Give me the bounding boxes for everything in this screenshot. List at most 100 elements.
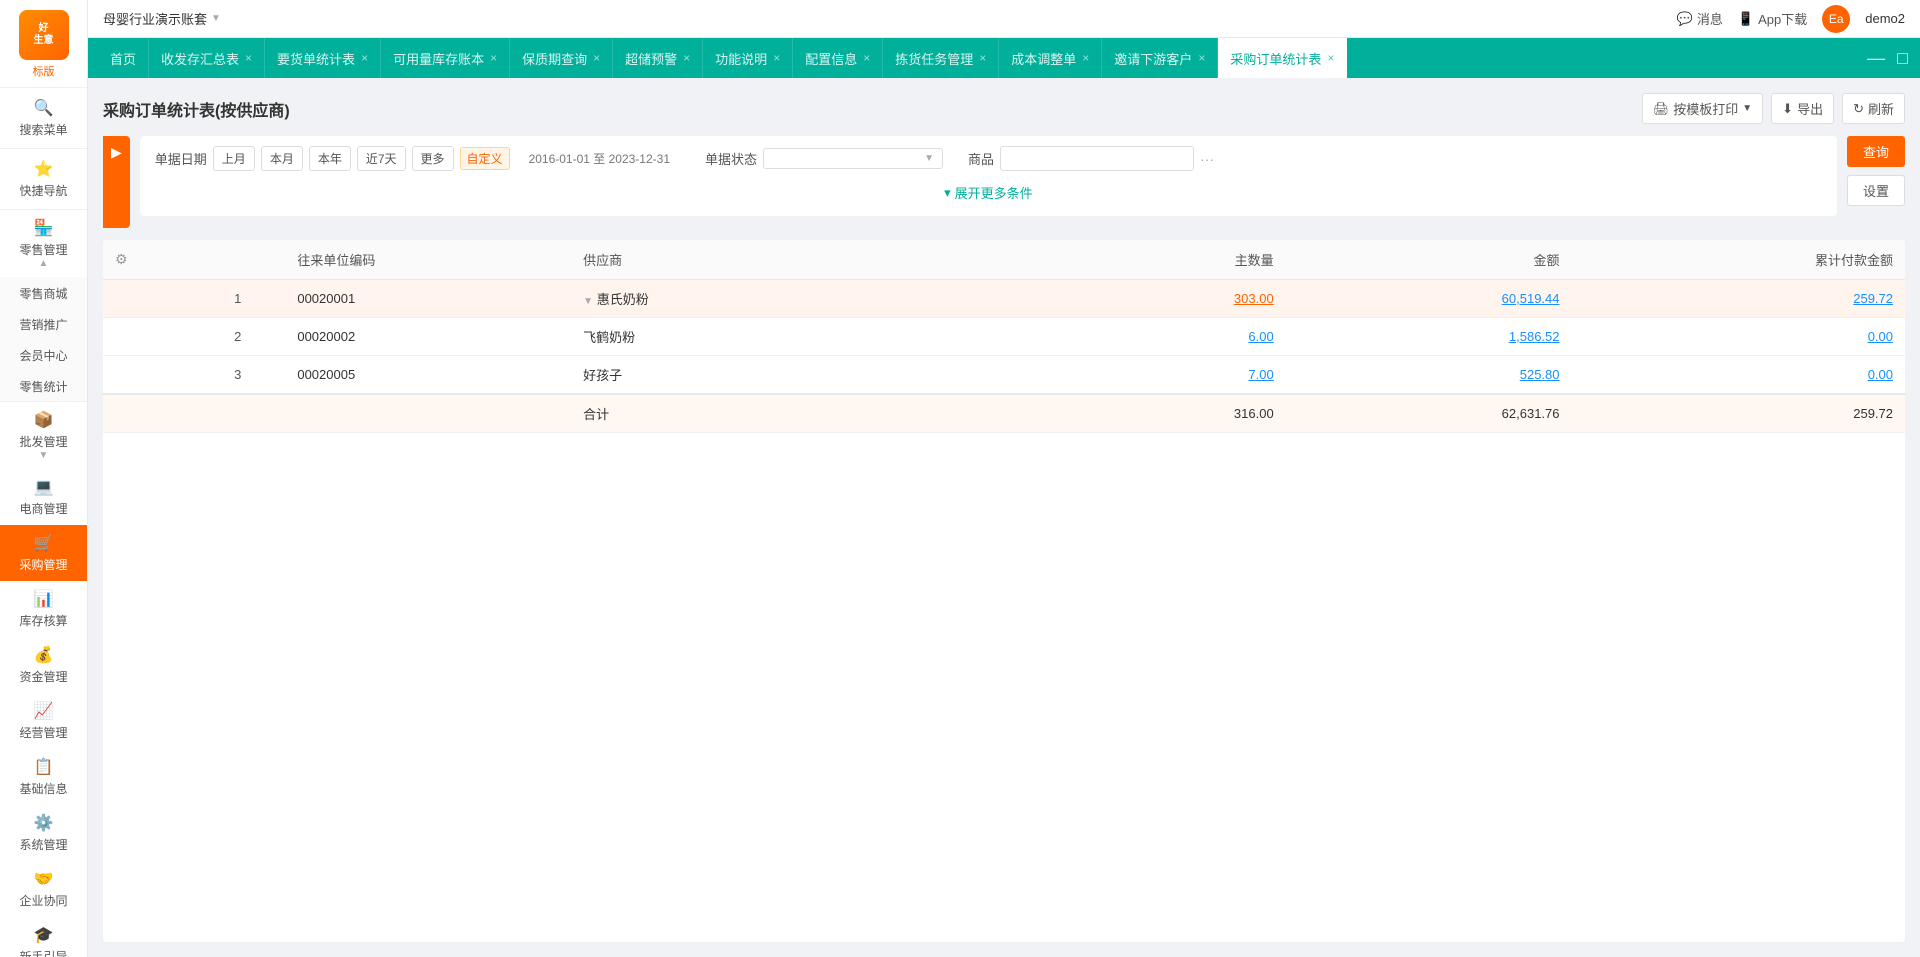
user-initials: Ea bbox=[1829, 12, 1844, 26]
table-footer: 合计 316.00 62,631.76 259.72 bbox=[103, 394, 1905, 433]
sidebar-item-retail-stat[interactable]: 零售统计 bbox=[0, 370, 87, 402]
query-button[interactable]: 查询 bbox=[1847, 136, 1905, 167]
workspace-selector[interactable]: 母婴行业演示账套 ▼ bbox=[103, 9, 221, 28]
tab-home[interactable]: 首页 bbox=[98, 38, 149, 78]
tab-invite-downstream-close[interactable]: × bbox=[1198, 51, 1205, 65]
tab-cost-adjust[interactable]: 成本调整单 × bbox=[999, 38, 1102, 78]
amount-link-1[interactable]: 60,519.44 bbox=[1502, 291, 1560, 306]
date-custom-label: 自定义 bbox=[467, 150, 503, 167]
paid-link-1[interactable]: 259.72 bbox=[1853, 291, 1893, 306]
refresh-button[interactable]: ↻ 刷新 bbox=[1842, 93, 1905, 124]
tab-inventory-account-close[interactable]: × bbox=[490, 51, 497, 65]
status-select[interactable]: ▼ bbox=[763, 148, 943, 169]
retail-arrow-icon: ▲ bbox=[39, 258, 49, 269]
sidebar-item-quick-nav[interactable]: ⭐ 快捷导航 bbox=[0, 149, 87, 210]
tab-over-stock-close[interactable]: × bbox=[683, 51, 690, 65]
tab-pick-task-label: 拣货任务管理 bbox=[895, 49, 973, 68]
date-preset-last-month[interactable]: 上月 bbox=[213, 146, 255, 171]
filter-row-main: 单据日期 上月 本月 本年 近7天 更多 自定义 bbox=[155, 146, 1822, 171]
sidebar-item-purchase[interactable]: 🛒 采购管理 bbox=[0, 525, 87, 581]
filter-settings-button[interactable]: 设置 bbox=[1847, 175, 1905, 206]
user-avatar[interactable]: Ea bbox=[1822, 5, 1850, 33]
sidebar-item-enterprise[interactable]: 🤝 企业协同 bbox=[0, 861, 87, 917]
sidebar-item-retail-mall[interactable]: 零售商城 bbox=[0, 277, 87, 308]
qty-link-2[interactable]: 6.00 bbox=[1248, 329, 1273, 344]
col-header-settings: ⚙ bbox=[103, 240, 190, 280]
username[interactable]: demo2 bbox=[1865, 11, 1905, 26]
message-link[interactable]: 💬 消息 bbox=[1677, 9, 1723, 28]
tab-purchase-stat[interactable]: 采购订单统计表 × bbox=[1218, 38, 1347, 78]
sidebar-item-retail[interactable]: 🏪 零售管理 ▲ bbox=[0, 210, 87, 277]
app-logo: 好生意 bbox=[19, 10, 69, 60]
sidebar-item-system[interactable]: ⚙️ 系统管理 bbox=[0, 805, 87, 861]
tab-collect-pay-close[interactable]: × bbox=[245, 51, 252, 65]
date-custom-badge[interactable]: 自定义 bbox=[460, 147, 510, 170]
tab-config-info-close[interactable]: × bbox=[863, 51, 870, 65]
col-header-supplier: 供应商 bbox=[571, 240, 1047, 280]
tab-function-desc[interactable]: 功能说明 × bbox=[703, 38, 793, 78]
tab-pick-task[interactable]: 拣货任务管理 × bbox=[883, 38, 999, 78]
sidebar-item-marketing[interactable]: 营销推广 bbox=[0, 308, 87, 339]
sidebar-item-member[interactable]: 会员中心 bbox=[0, 339, 87, 370]
supplier-name-1: 惠氏奶粉 bbox=[597, 292, 649, 307]
row-amount-3: 525.80 bbox=[1286, 356, 1572, 395]
date-range-display: 2016-01-01 至 2023-12-31 bbox=[529, 150, 670, 167]
date-preset-more[interactable]: 更多 bbox=[412, 146, 454, 171]
sidebar-quick-nav-label: 快捷导航 bbox=[19, 182, 67, 199]
date-preset-7days[interactable]: 近7天 bbox=[357, 146, 406, 171]
sidebar-item-search[interactable]: 🔍 搜索菜单 bbox=[0, 88, 87, 149]
sidebar-item-basic-info[interactable]: 📋 基础信息 bbox=[0, 749, 87, 805]
sidebar-item-inventory[interactable]: 📊 库存核算 bbox=[0, 581, 87, 637]
tab-function-desc-close[interactable]: × bbox=[773, 51, 780, 65]
row-settings-3 bbox=[103, 356, 190, 395]
amount-link-2[interactable]: 1,586.52 bbox=[1509, 329, 1560, 344]
date-preset-this-month[interactable]: 本月 bbox=[261, 146, 303, 171]
header-strip: 母婴行业演示账套 ▼ 💬 消息 📱 App下载 Ea demo2 bbox=[88, 0, 1920, 38]
qty-link-3[interactable]: 7.00 bbox=[1248, 367, 1273, 382]
member-label: 会员中心 bbox=[19, 347, 67, 364]
paid-link-3[interactable]: 0.00 bbox=[1868, 367, 1893, 382]
app-logo-area: 好生意 标版 bbox=[0, 0, 87, 88]
tab-goods-stat[interactable]: 要货单统计表 × bbox=[265, 38, 381, 78]
app-download-link[interactable]: 📱 App下载 bbox=[1738, 9, 1807, 28]
goods-filter-input[interactable] bbox=[1000, 146, 1194, 171]
sidebar-item-operations[interactable]: 📈 经营管理 bbox=[0, 693, 87, 749]
tab-over-stock[interactable]: 超储预警 × bbox=[613, 38, 703, 78]
tab-cost-adjust-close[interactable]: × bbox=[1082, 51, 1089, 65]
column-settings-icon[interactable]: ⚙ bbox=[115, 251, 128, 267]
tab-pick-task-close[interactable]: × bbox=[979, 51, 986, 65]
marketing-label: 营销推广 bbox=[19, 316, 67, 333]
goods-more-icon[interactable]: ··· bbox=[1200, 151, 1214, 167]
newbie-label: 新手引导 bbox=[19, 948, 67, 957]
paid-link-2[interactable]: 0.00 bbox=[1868, 329, 1893, 344]
maximize-button[interactable]: □ bbox=[1895, 46, 1910, 71]
sidebar-item-wholesale[interactable]: 📦 批发管理 ▼ bbox=[0, 402, 87, 469]
tab-collect-pay[interactable]: 收发存汇总表 × bbox=[149, 38, 265, 78]
filter-toggle-button[interactable]: ▶ bbox=[103, 136, 130, 228]
print-button[interactable]: 🖨 按模板打印 ▼ bbox=[1642, 93, 1763, 124]
goods-filter-label: 商品 bbox=[968, 149, 994, 168]
row-index-3: 3 bbox=[190, 356, 285, 395]
tab-shelf-life[interactable]: 保质期查询 × bbox=[510, 38, 613, 78]
tab-config-info-label: 配置信息 bbox=[805, 49, 857, 68]
qty-link-1[interactable]: 303.00 bbox=[1234, 291, 1274, 306]
tab-config-info[interactable]: 配置信息 × bbox=[793, 38, 883, 78]
tab-invite-downstream[interactable]: 邀请下游客户 × bbox=[1102, 38, 1218, 78]
footer-settings-cell bbox=[103, 394, 571, 433]
topbar: 首页 收发存汇总表 × 要货单统计表 × 可用量库存账本 × 保质期查询 × 超… bbox=[88, 38, 1920, 78]
sidebar-item-ecommerce[interactable]: 💻 电商管理 bbox=[0, 469, 87, 525]
tab-goods-stat-close[interactable]: × bbox=[361, 51, 368, 65]
row-paid-3: 0.00 bbox=[1572, 356, 1906, 395]
tab-purchase-stat-close[interactable]: × bbox=[1327, 51, 1334, 65]
row-settings-2 bbox=[103, 318, 190, 356]
filter-expand-button[interactable]: ▾ 展开更多条件 bbox=[934, 179, 1043, 206]
amount-link-3[interactable]: 525.80 bbox=[1520, 367, 1560, 382]
tab-shelf-life-close[interactable]: × bbox=[593, 51, 600, 65]
date-preset-this-year[interactable]: 本年 bbox=[309, 146, 351, 171]
tab-inventory-account[interactable]: 可用量库存账本 × bbox=[381, 38, 510, 78]
sidebar-item-finance[interactable]: 💰 资金管理 bbox=[0, 637, 87, 693]
col-header-amount: 金额 bbox=[1286, 240, 1572, 280]
minimize-button[interactable]: — bbox=[1865, 46, 1887, 71]
export-button[interactable]: ⬇ 导出 bbox=[1771, 93, 1834, 124]
sidebar-item-newbie[interactable]: 🎓 新手引导 bbox=[0, 917, 87, 957]
